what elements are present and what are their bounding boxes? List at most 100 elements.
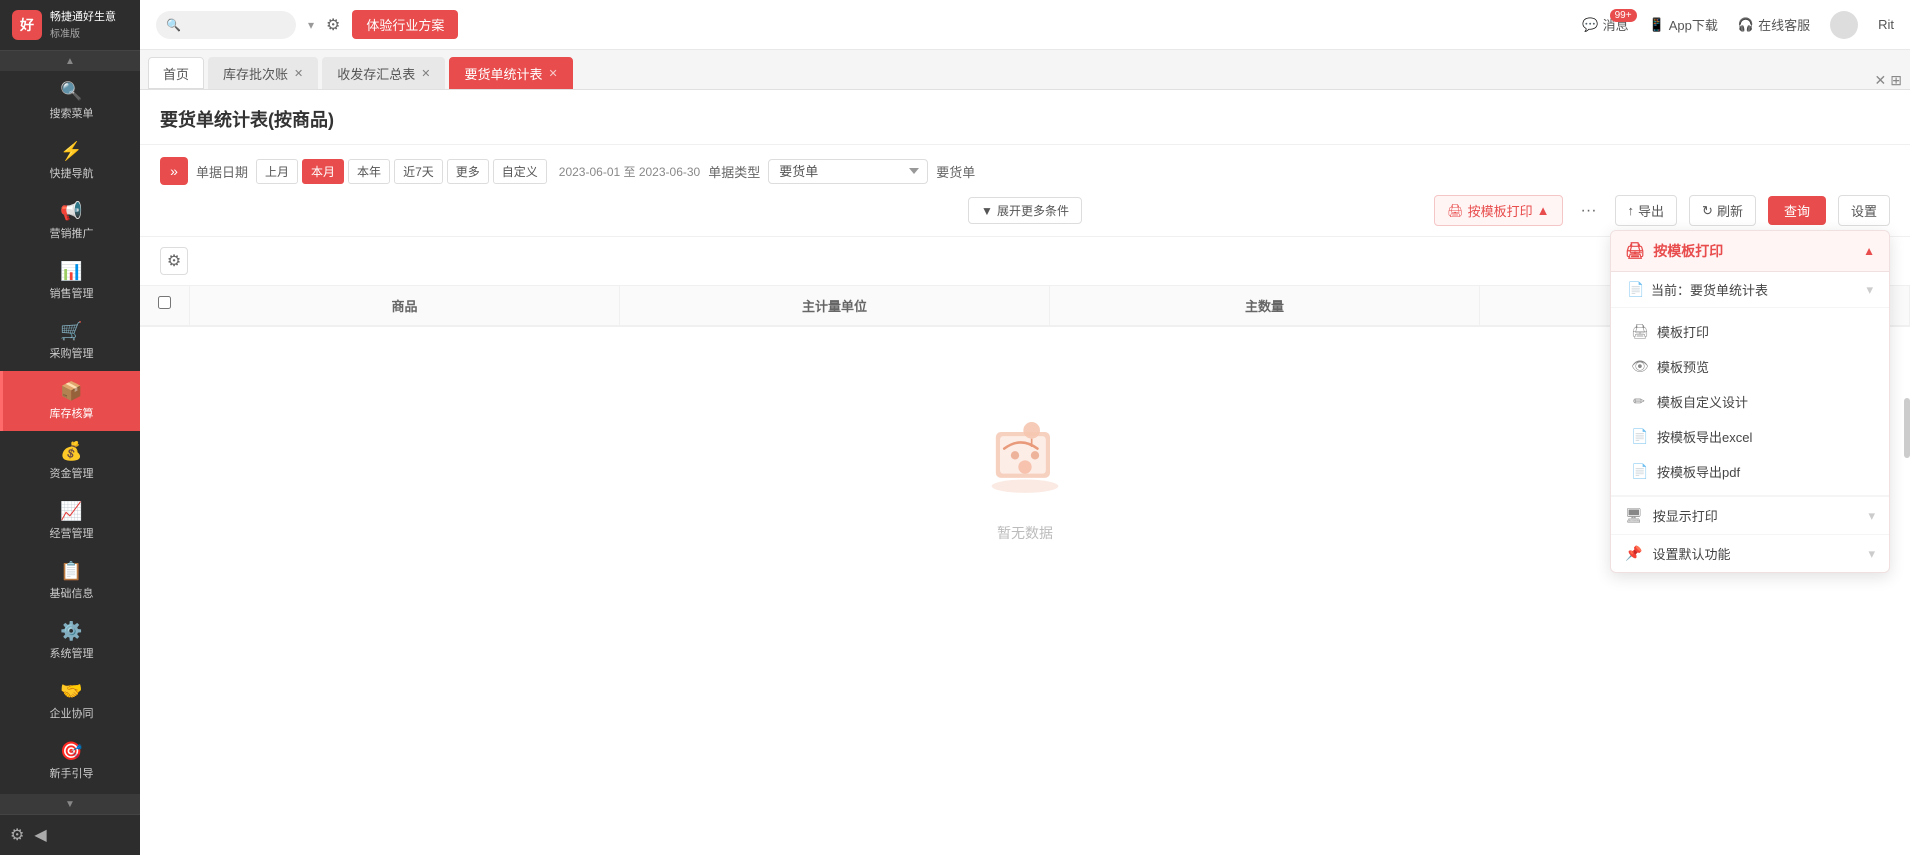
user-avatar[interactable] bbox=[1830, 11, 1858, 39]
sidebar-scroll-down[interactable]: ▼ bbox=[0, 794, 140, 814]
dropdown-print-icon: 🖨 bbox=[1625, 241, 1645, 261]
finance-icon: 💰 bbox=[60, 441, 82, 462]
topbar-gear-icon[interactable]: ⚙ bbox=[326, 15, 340, 35]
dropdown-current-template[interactable]: 📄 当前：要货单统计表 ▾ bbox=[1611, 272, 1889, 308]
sales-icon: 📊 bbox=[60, 261, 82, 282]
sidebar-item-system[interactable]: ⚙️ 系统管理 bbox=[0, 611, 140, 671]
export-icon: ↑ bbox=[1628, 203, 1635, 218]
messages-button[interactable]: 💬 消息 99+ bbox=[1582, 15, 1628, 34]
tab-home[interactable]: 首页 bbox=[148, 57, 204, 89]
prev-month-btn[interactable]: 上月 bbox=[256, 159, 298, 184]
cur-year-btn[interactable]: 本年 bbox=[348, 159, 390, 184]
search-nav-icon: 🔍 bbox=[60, 81, 82, 102]
message-badge: 99+ bbox=[1610, 9, 1637, 22]
print-icon: 🖨 bbox=[1447, 203, 1464, 219]
refresh-button[interactable]: ↻ 刷新 bbox=[1689, 195, 1756, 226]
tabs-bar: 首页 库存批次账 ✕ 收发存汇总表 ✕ 要货单统计表 ✕ ✕ ⊞ bbox=[140, 50, 1910, 90]
tab-maximize-icon[interactable]: ✕ bbox=[1875, 72, 1887, 89]
dropdown-set-default[interactable]: 📌 设置默认功能 ▾ bbox=[1611, 534, 1889, 572]
dropdown-item-template-design[interactable]: ✏ 模板自定义设计 bbox=[1611, 384, 1889, 419]
speaker-footer-icon[interactable]: ◀ bbox=[34, 825, 46, 845]
col-quantity: 主数量 bbox=[1050, 286, 1480, 325]
app-version: 标准版 bbox=[50, 25, 116, 40]
operation-icon: 📈 bbox=[60, 501, 82, 522]
download-icon: 📱 bbox=[1649, 17, 1665, 33]
sidebar-footer: ⚙ ◀ bbox=[0, 814, 140, 855]
sidebar-item-purchase[interactable]: 🛒 采购管理 bbox=[0, 311, 140, 371]
customer-service-button[interactable]: 🎧 在线客服 bbox=[1738, 15, 1810, 34]
tab-expand-icon[interactable]: ⊞ bbox=[1890, 72, 1902, 89]
sidebar-item-quicknav[interactable]: ⚡ 快捷导航 bbox=[0, 131, 140, 191]
type-select[interactable]: 要货单 bbox=[768, 159, 928, 184]
date-buttons: 上月 本月 本年 近7天 更多 自定义 bbox=[256, 159, 547, 184]
more-actions-button[interactable]: ··· bbox=[1575, 198, 1603, 224]
refresh-icon: ↻ bbox=[1702, 203, 1713, 219]
filter-expand-button[interactable]: » bbox=[160, 157, 188, 185]
search-box[interactable]: 🔍 bbox=[156, 11, 296, 39]
tab-batch-account-close[interactable]: ✕ bbox=[294, 67, 303, 80]
resize-handle[interactable] bbox=[1904, 398, 1910, 458]
sidebar-item-sales[interactable]: 📊 销售管理 bbox=[0, 251, 140, 311]
sidebar-item-operation[interactable]: 📈 经营管理 bbox=[0, 491, 140, 551]
system-icon: ⚙️ bbox=[60, 621, 82, 642]
bell-icon: 💬 bbox=[1582, 17, 1598, 33]
marketing-icon: 📢 bbox=[60, 201, 82, 222]
service-icon: 🎧 bbox=[1738, 17, 1754, 33]
purchase-icon: 🛒 bbox=[60, 321, 82, 342]
export-excel-icon: 📄 bbox=[1631, 428, 1647, 445]
more-date-btn[interactable]: 更多 bbox=[447, 159, 489, 184]
dropdown-template-items: 🖨 模板打印 👁 模板预览 ✏ 模板自定义设计 📄 按模板导出excel 📄 bbox=[1611, 308, 1889, 496]
trial-button[interactable]: 体验行业方案 bbox=[352, 10, 458, 39]
tab-order-stats[interactable]: 要货单统计表 ✕ bbox=[449, 57, 572, 89]
select-all-checkbox[interactable] bbox=[158, 296, 171, 309]
tab-receipts-summary[interactable]: 收发存汇总表 ✕ bbox=[322, 57, 445, 89]
display-print-chevron: ▾ bbox=[1868, 508, 1875, 524]
tab-receipts-summary-close[interactable]: ✕ bbox=[421, 67, 430, 80]
col-goods: 商品 bbox=[190, 286, 620, 325]
set-default-icon: 📌 bbox=[1625, 545, 1642, 562]
page-title: 要货单统计表(按商品) bbox=[140, 90, 1910, 145]
cur-month-btn[interactable]: 本月 bbox=[302, 159, 344, 184]
topbar-chevron-icon[interactable]: ▾ bbox=[308, 18, 314, 32]
basic-icon: 📋 bbox=[60, 561, 82, 582]
dropdown-item-template-print[interactable]: 🖨 模板打印 bbox=[1611, 314, 1889, 349]
last7days-btn[interactable]: 近7天 bbox=[394, 159, 443, 184]
sidebar-item-search[interactable]: 🔍 搜索菜单 bbox=[0, 71, 140, 131]
sidebar-item-marketing[interactable]: 📢 营销推广 bbox=[0, 191, 140, 251]
dropdown-header[interactable]: 🖨 按模板打印 ▲ bbox=[1611, 231, 1889, 272]
dropdown-display-print[interactable]: 🖥 按显示打印 ▾ bbox=[1611, 496, 1889, 534]
date-range-display: 2023-06-01 至 2023-06-30 bbox=[559, 163, 700, 180]
tab-batch-account[interactable]: 库存批次账 ✕ bbox=[208, 57, 318, 89]
current-template-chevron: ▾ bbox=[1866, 282, 1873, 298]
sidebar-nav: 🔍 搜索菜单 ⚡ 快捷导航 📢 营销推广 📊 销售管理 🛒 采购管理 📦 库存核… bbox=[0, 71, 140, 794]
sidebar-scroll-up[interactable]: ▲ bbox=[0, 51, 140, 71]
dropdown-item-export-pdf[interactable]: 📄 按模板导出pdf bbox=[1611, 454, 1889, 489]
column-settings-button[interactable]: ⚙ bbox=[160, 247, 188, 275]
sidebar-item-collab[interactable]: 🤝 企业协同 bbox=[0, 671, 140, 731]
display-print-icon: 🖥 bbox=[1625, 507, 1643, 524]
app-download-button[interactable]: 📱 App下载 bbox=[1649, 15, 1718, 34]
export-button[interactable]: ↑ 导出 bbox=[1615, 195, 1678, 226]
dropdown-chevron-icon: ▲ bbox=[1863, 244, 1875, 258]
page-actions: 🖨 按模板打印 ▲ ··· ↑ 导出 ↻ 刷新 查询 设置 bbox=[1434, 195, 1890, 226]
content-area: 要货单统计表(按商品) » 单据日期 上月 本月 本年 近7天 更多 自定义 2… bbox=[140, 90, 1910, 855]
settings-footer-icon[interactable]: ⚙ bbox=[10, 825, 24, 845]
sidebar-item-guide[interactable]: 🎯 新手引导 bbox=[0, 731, 140, 791]
sidebar-item-basic[interactable]: 📋 基础信息 bbox=[0, 551, 140, 611]
print-template-button[interactable]: 🖨 按模板打印 ▲ bbox=[1434, 195, 1562, 226]
tab-order-stats-close[interactable]: ✕ bbox=[549, 67, 558, 80]
query-button[interactable]: 查询 bbox=[1768, 196, 1826, 225]
custom-date-btn[interactable]: 自定义 bbox=[493, 159, 547, 184]
template-design-icon: ✏ bbox=[1631, 393, 1647, 410]
sidebar-item-inventory[interactable]: 📦 库存核算 bbox=[0, 371, 140, 431]
dropdown-item-template-preview[interactable]: 👁 模板预览 bbox=[1611, 349, 1889, 384]
sidebar-item-finance[interactable]: 💰 资金管理 bbox=[0, 431, 140, 491]
settings-button[interactable]: 设置 bbox=[1838, 195, 1890, 226]
topbar-actions: 💬 消息 99+ 📱 App下载 🎧 在线客服 Rit bbox=[1582, 11, 1894, 39]
expand-more-button[interactable]: ▼ 展开更多条件 bbox=[968, 197, 1082, 224]
chevron-up-icon: ▲ bbox=[1537, 203, 1550, 218]
dropdown-item-export-excel[interactable]: 📄 按模板导出excel bbox=[1611, 419, 1889, 454]
empty-text: 暂无数据 bbox=[997, 523, 1053, 543]
dropdown-header-left: 🖨 按模板打印 bbox=[1625, 241, 1723, 261]
set-default-chevron: ▾ bbox=[1868, 546, 1875, 562]
